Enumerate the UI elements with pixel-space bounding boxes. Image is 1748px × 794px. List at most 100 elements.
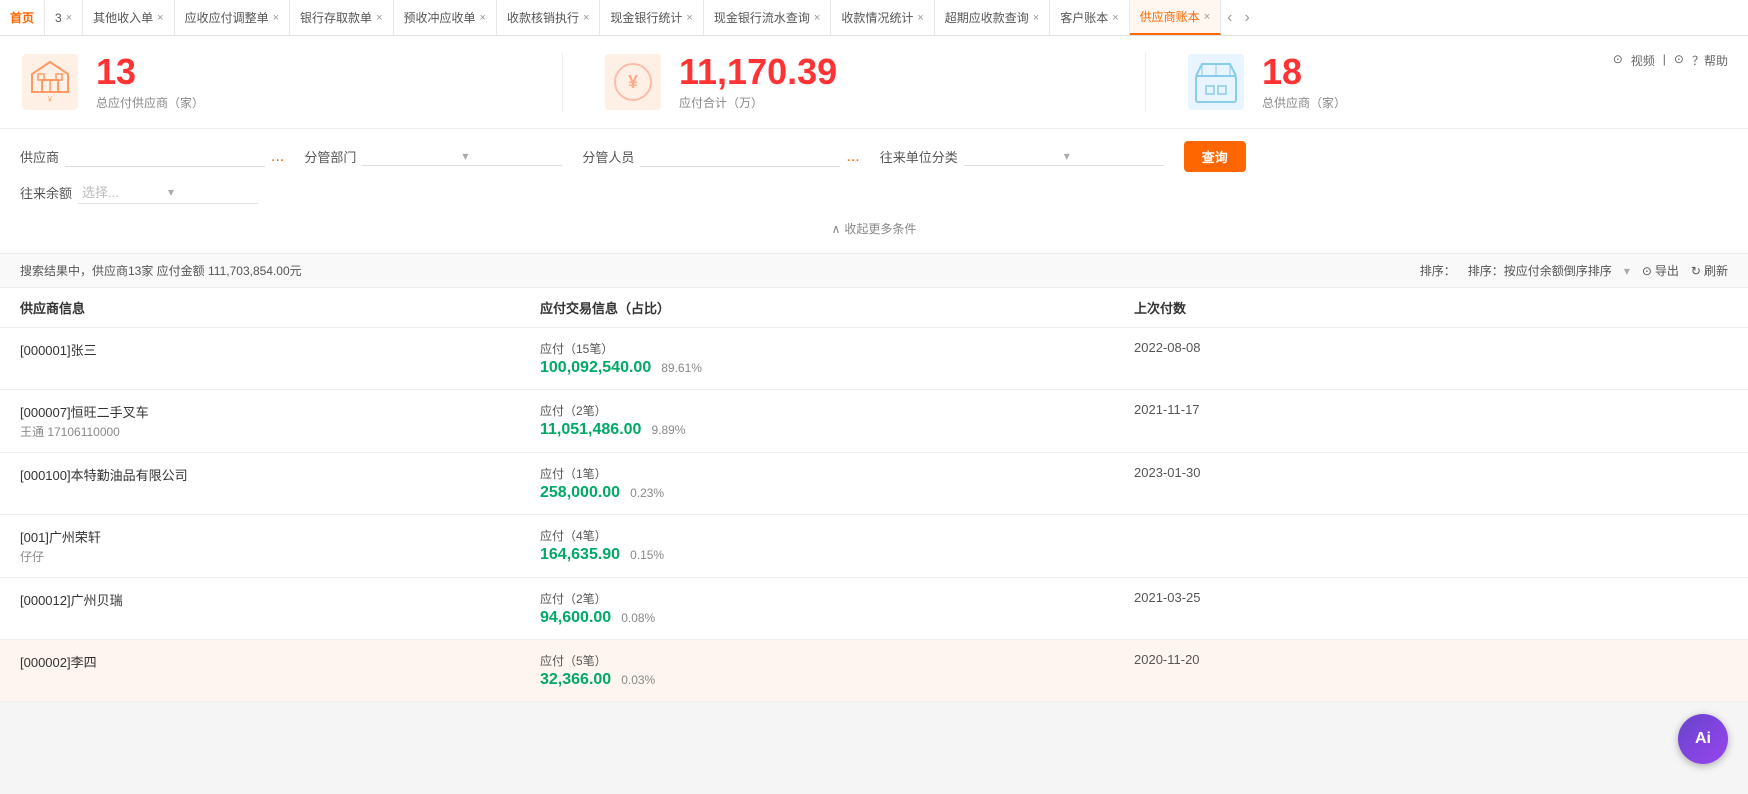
nav-next-button[interactable]: › [1238, 9, 1255, 27]
nav-tab-collect-label: 收款核销执行 [507, 9, 579, 26]
nav-tab-supplier-ledger-label: 供应商账本 [1140, 8, 1200, 25]
collapse-button[interactable]: ∧ 收起更多条件 [832, 220, 917, 237]
col-header-lastpay: 上次付数 [1134, 298, 1728, 317]
payable-amount-label: 应付合计（万） [679, 94, 837, 111]
tx-amount-row: 258,000.00 0.23% [540, 484, 1134, 502]
header-card-payable-amount: ¥ 11,170.39 应付合计（万） [562, 52, 1145, 112]
tx-amount[interactable]: 11,051,486.00 [540, 421, 641, 439]
filter-row-2: 往来余额 选择... ▾ [20, 180, 1728, 204]
nav-tab-collect[interactable]: 收款核销执行 × [497, 0, 600, 35]
supplier-cell: [000001]张三 [20, 340, 540, 361]
filter-person: 分管人员 ... [582, 147, 859, 167]
tx-cell: 应付（15笔） 100,092,540.00 89.61% [540, 340, 1134, 377]
tx-cell: 应付（2笔） 94,600.00 0.08% [540, 590, 1134, 627]
supplier-link[interactable]: [000002]李四 [20, 655, 97, 670]
ai-assistant-button[interactable]: Ai [1678, 714, 1728, 764]
table-row: [000100]本特勤油品有限公司 应付（1笔） 258,000.00 0.23… [0, 453, 1748, 515]
tx-label: 应付（2笔） [540, 590, 1134, 607]
amount-icon: ¥ [603, 52, 663, 112]
close-icon[interactable]: × [273, 12, 279, 24]
balance-filter-label: 往来余额 [20, 183, 72, 202]
collapse-label: 收起更多条件 [844, 220, 916, 237]
tx-amount-row: 164,635.90 0.15% [540, 546, 1134, 564]
help-link[interactable]: ？帮助 [1692, 52, 1728, 69]
supplier-link[interactable]: [000100]本特勤油品有限公司 [20, 468, 188, 483]
close-icon[interactable]: × [814, 12, 820, 24]
refresh-label: 刷新 [1704, 262, 1728, 279]
close-icon[interactable]: × [686, 12, 692, 24]
results-summary: 搜索结果中，供应商13家 应付金额 111,703,854.00元 [20, 262, 302, 279]
last-pay-cell: 2021-11-17 [1134, 402, 1728, 417]
close-icon[interactable]: × [157, 12, 163, 24]
payable-suppliers-number: 13 [96, 54, 204, 90]
table-row: [001]广州荣轩 仔仔 应付（4笔） 164,635.90 0.15% [0, 515, 1748, 578]
person-dots[interactable]: ... [846, 148, 859, 166]
supplier-input[interactable] [65, 147, 265, 167]
nav-tab-adjust[interactable]: 应收应付调整单 × [175, 0, 290, 35]
nav-tab-overdue[interactable]: 超期应收款查询 × [935, 0, 1050, 35]
refresh-button[interactable]: ↻ 刷新 [1691, 262, 1728, 279]
close-icon[interactable]: × [480, 12, 486, 24]
nav-prev-button[interactable]: ‹ [1221, 9, 1238, 27]
separator: | [1663, 52, 1666, 69]
nav-tab-prepay-label: 预收冲应收单 [404, 9, 476, 26]
nav-tab-bank[interactable]: 银行存取款单 × [290, 0, 393, 35]
dept-select[interactable]: ▾ [362, 147, 562, 166]
supplier-link[interactable]: [000012]广州贝瑞 [20, 593, 123, 608]
collapse-row: ∧ 收起更多条件 [20, 212, 1728, 241]
nav-tab-payment-stat[interactable]: 收款情况统计 × [831, 0, 934, 35]
close-icon[interactable]: × [583, 12, 589, 24]
tx-amount[interactable]: 32,366.00 [540, 671, 611, 689]
close-icon[interactable]: × [917, 12, 923, 24]
tx-amount[interactable]: 164,635.90 [540, 546, 620, 564]
search-button[interactable]: 查询 [1184, 141, 1246, 172]
header-card-total-info: 18 总供应商（家） [1262, 54, 1346, 111]
nav-tab-home[interactable]: 首页 [0, 0, 45, 35]
table-row: [000002]李四 应付（5笔） 32,366.00 0.03% 2020-1… [0, 640, 1748, 702]
person-input[interactable] [640, 147, 840, 167]
supplier-dots[interactable]: ... [271, 148, 284, 166]
close-icon[interactable]: × [1112, 12, 1118, 24]
tx-amount[interactable]: 258,000.00 [540, 484, 620, 502]
nav-tab-cashflow-label: 现金银行流水查询 [714, 9, 810, 26]
tx-amount[interactable]: 100,092,540.00 [540, 359, 651, 377]
nav-tab-other-income[interactable]: 其他收入单 × [83, 0, 174, 35]
nav-tab-customer-ledger[interactable]: 客户账本 × [1050, 0, 1129, 35]
nav-tab-3[interactable]: 3 × [45, 0, 83, 35]
refresh-icon: ↻ [1691, 264, 1701, 278]
balance-select[interactable]: 选择... ▾ [78, 180, 258, 204]
col-header-supplier: 供应商信息 [20, 298, 540, 317]
close-icon[interactable]: × [1033, 12, 1039, 24]
tx-amount[interactable]: 94,600.00 [540, 609, 611, 627]
sort-value[interactable]: 排序：按应付余额倒序排序 [1468, 262, 1612, 279]
supplier-cell: [000002]李四 [20, 652, 540, 673]
filter-supplier: 供应商 ... [20, 147, 284, 167]
nav-tab-prepay[interactable]: 预收冲应收单 × [394, 0, 497, 35]
export-label: 导出 [1655, 262, 1679, 279]
tx-percent: 0.08% [621, 611, 655, 625]
ai-label: Ai [1695, 730, 1711, 748]
close-icon[interactable]: × [1204, 11, 1210, 23]
tx-percent: 0.23% [630, 486, 664, 500]
close-icon[interactable]: × [66, 12, 72, 24]
supplier-link[interactable]: [001]广州荣轩 [20, 530, 101, 545]
tx-label: 应付（1笔） [540, 465, 1134, 482]
svg-text:¥: ¥ [47, 95, 53, 104]
nav-tab-cash-stat[interactable]: 现金银行统计 × [600, 0, 703, 35]
table-row: [000012]广州贝瑞 应付（2笔） 94,600.00 0.08% 2021… [0, 578, 1748, 640]
video-link[interactable]: 视频 [1631, 52, 1655, 69]
nav-tab-customer-ledger-label: 客户账本 [1060, 9, 1108, 26]
tx-cell: 应付（5笔） 32,366.00 0.03% [540, 652, 1134, 689]
header-card-payable-info: 13 总应付供应商（家） [96, 54, 204, 111]
balance-select-placeholder: 选择... [82, 182, 168, 201]
category-select[interactable]: ▾ [964, 147, 1164, 166]
nav-tab-supplier-ledger[interactable]: 供应商账本 × [1130, 0, 1221, 35]
supplier-link[interactable]: [000007]恒旺二手叉车 [20, 405, 149, 420]
nav-tab-payment-stat-label: 收款情况统计 [841, 9, 913, 26]
supplier-link[interactable]: [000001]张三 [20, 343, 97, 358]
nav-tab-cashflow[interactable]: 现金银行流水查询 × [704, 0, 831, 35]
sort-chevron-down-icon: ▾ [1624, 264, 1630, 278]
tx-percent: 9.89% [651, 423, 685, 437]
export-button[interactable]: ⊙ 导出 [1642, 262, 1679, 279]
close-icon[interactable]: × [376, 12, 382, 24]
